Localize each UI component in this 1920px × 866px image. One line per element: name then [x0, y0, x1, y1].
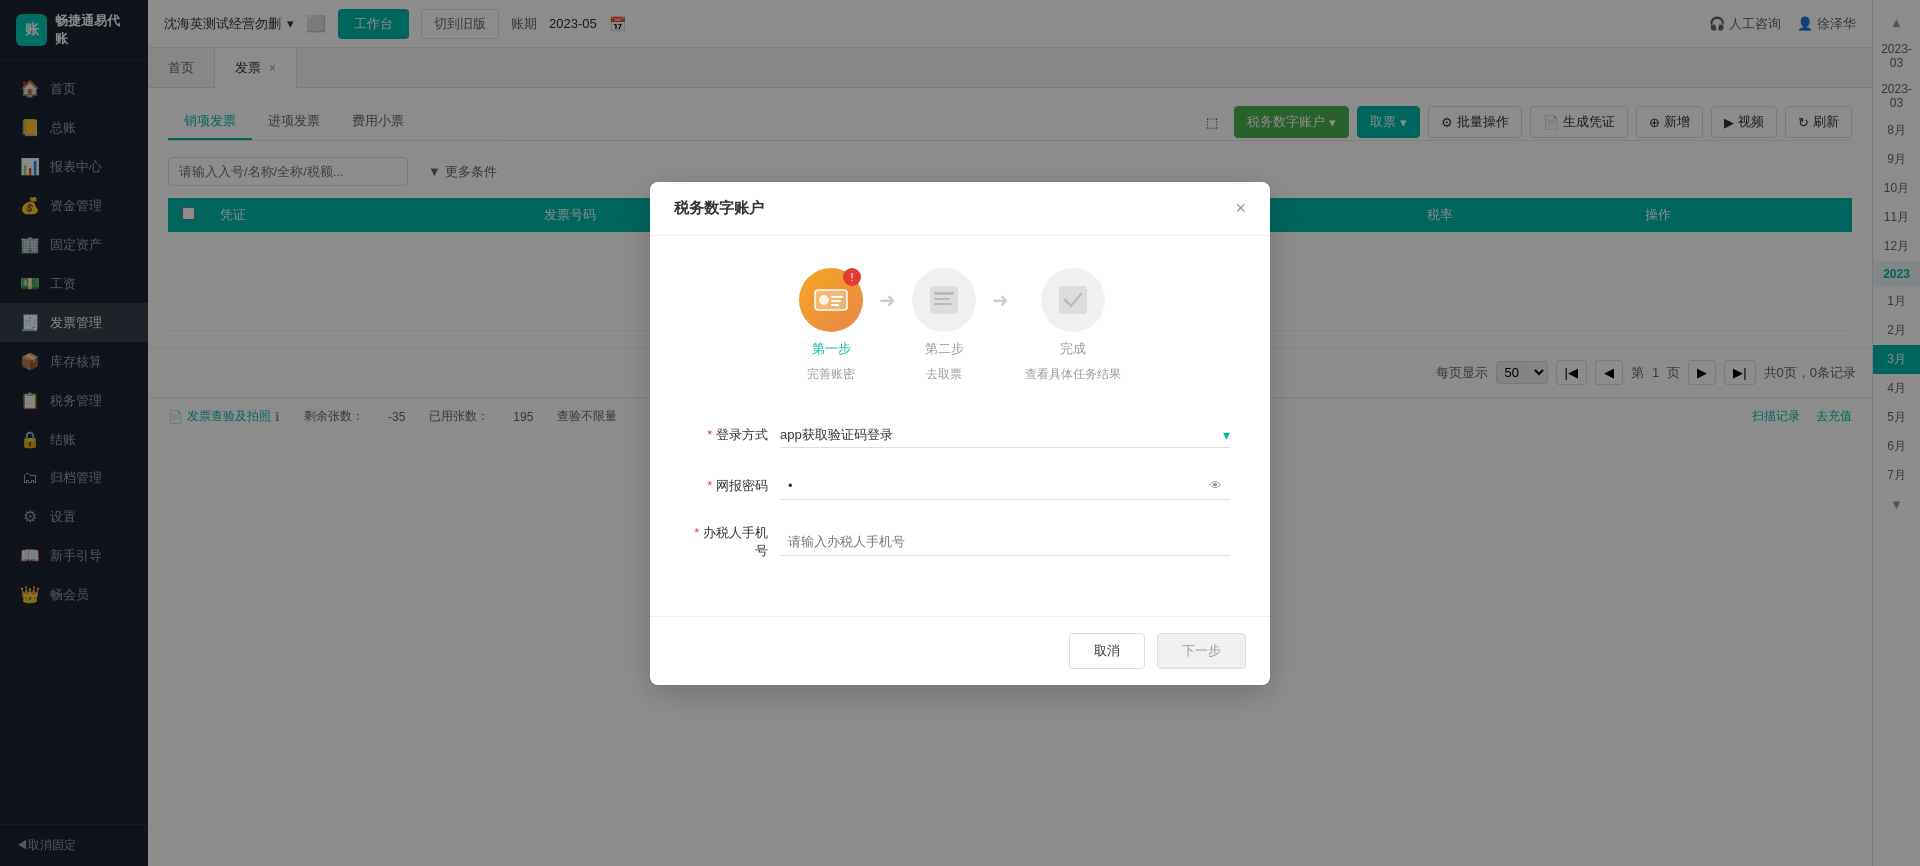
step-1-label: 第一步	[812, 340, 851, 358]
cancel-button[interactable]: 取消	[1069, 633, 1145, 669]
step-1-badge: !	[843, 268, 861, 286]
step-1-desc: 完善账密	[807, 366, 855, 383]
steps: ! 第一步 完善账密 ➜	[690, 268, 1230, 383]
dialog-body: ! 第一步 完善账密 ➜	[650, 236, 1270, 616]
form-login-method: * 登录方式 app获取验证码登录 账号密码登录 ▾	[690, 423, 1230, 448]
tax-account-dialog: 税务数字账户 ×	[650, 182, 1270, 685]
dialog-title: 税务数字账户	[674, 199, 764, 218]
svg-rect-7	[934, 298, 950, 300]
dialog-footer: 取消 下一步	[650, 616, 1270, 685]
step-3-icon	[1041, 268, 1105, 332]
login-method-select-wrap: app获取验证码登录 账号密码登录 ▾	[780, 423, 1230, 448]
step-2-label: 第二步	[925, 340, 964, 358]
password-label: * 网报密码	[690, 477, 780, 495]
password-input[interactable]	[780, 472, 1201, 499]
step-2-icon-wrap	[912, 268, 976, 332]
step-2-desc: 去取票	[926, 366, 962, 383]
dialog-overlay: 税务数字账户 ×	[0, 0, 1920, 866]
form-password: * 网报密码 👁	[690, 472, 1230, 500]
step-2-icon	[912, 268, 976, 332]
phone-input[interactable]	[780, 528, 1230, 555]
step-3-desc: 查看具体任务结果	[1025, 366, 1121, 383]
arrow-2: ➜	[976, 288, 1025, 312]
svg-point-1	[819, 295, 829, 305]
step-3-icon-wrap	[1041, 268, 1105, 332]
select-chevron-icon: ▾	[1223, 427, 1230, 443]
step-1-icon-wrap: !	[799, 268, 863, 332]
password-input-wrap: 👁	[780, 472, 1230, 500]
login-method-select[interactable]: app获取验证码登录 账号密码登录	[780, 427, 1223, 442]
password-toggle-icon[interactable]: 👁	[1201, 478, 1230, 493]
next-button[interactable]: 下一步	[1157, 633, 1246, 669]
arrow-right-icon-2: ➜	[992, 288, 1009, 312]
dialog-close-button[interactable]: ×	[1235, 198, 1246, 219]
phone-input-wrap	[780, 528, 1230, 556]
svg-rect-4	[831, 304, 839, 306]
phone-label: * 办税人手机号	[690, 524, 780, 560]
step-3-label: 完成	[1060, 340, 1086, 358]
svg-rect-8	[934, 303, 952, 305]
step-3: 完成 查看具体任务结果	[1025, 268, 1121, 383]
svg-rect-2	[831, 296, 843, 298]
form-phone: * 办税人手机号	[690, 524, 1230, 560]
dialog-header: 税务数字账户 ×	[650, 182, 1270, 236]
svg-rect-3	[831, 300, 841, 302]
svg-rect-6	[934, 292, 954, 295]
step-1: ! 第一步 完善账密	[799, 268, 863, 383]
arrow-right-icon: ➜	[879, 288, 896, 312]
step-2: 第二步 去取票	[912, 268, 976, 383]
arrow-1: ➜	[863, 288, 912, 312]
login-method-label: * 登录方式	[690, 426, 780, 444]
svg-rect-9	[1059, 286, 1087, 314]
